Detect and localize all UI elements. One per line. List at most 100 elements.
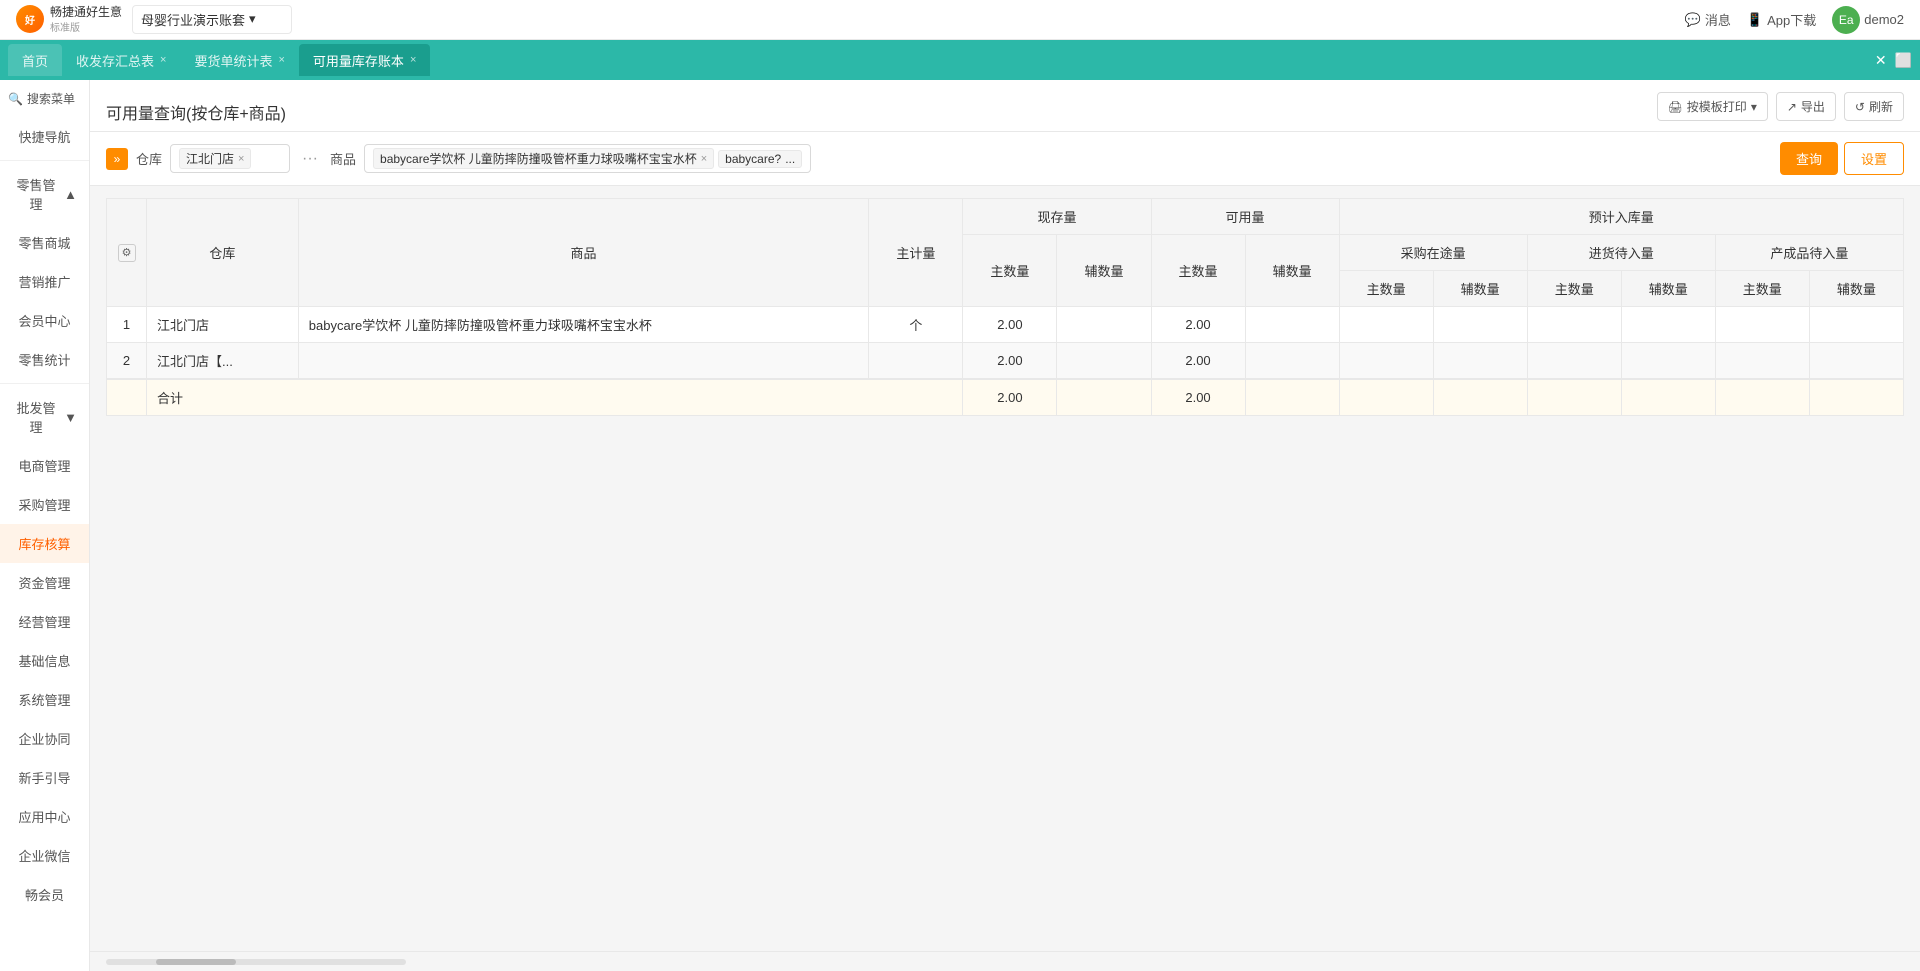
close-window-icon[interactable]: ✕ xyxy=(1875,52,1887,69)
sidebar-wechat-label: 企业微信 xyxy=(18,846,70,865)
sidebar-item-newguide[interactable]: 新手引导 xyxy=(0,758,89,797)
export-button[interactable]: ↗ 导出 xyxy=(1776,92,1836,121)
message-button[interactable]: 💬 消息 xyxy=(1685,10,1731,29)
refresh-button[interactable]: ↺ 刷新 xyxy=(1844,92,1904,121)
row2-purchase-aux xyxy=(1433,343,1527,380)
tab-receive-close[interactable]: × xyxy=(160,54,166,66)
sidebar-item-enterprise[interactable]: 企业协同 xyxy=(0,719,89,758)
sidebar-item-business[interactable]: 经营管理 xyxy=(0,602,89,641)
chevron-down-icon: ▾ xyxy=(249,11,256,27)
sidebar-item-vip[interactable]: 畅会员 xyxy=(0,875,89,914)
sidebar-item-inventory[interactable]: 库存核算 xyxy=(0,524,89,563)
sidebar-purchase-label: 采购管理 xyxy=(18,495,70,514)
sidebar-divider-2 xyxy=(0,383,89,384)
industry-selector[interactable]: 母婴行业演示账套 ▾ xyxy=(132,5,292,34)
download-icon: 📱 xyxy=(1747,12,1763,28)
refresh-label: 刷新 xyxy=(1869,98,1893,115)
product-tag-1-remove[interactable]: × xyxy=(701,153,707,165)
print-button[interactable]: 🖨 按模板打印 ▾ xyxy=(1657,92,1768,121)
row1-avail-main: 2.00 xyxy=(1151,307,1245,343)
footer-prod-main xyxy=(1715,379,1809,416)
main-layout: 🔍 搜索菜单 快捷导航 零售管理 ▲ 零售商城 营销推广 会员中心 零售统计 批… xyxy=(0,80,1920,971)
print-label: 按模板打印 xyxy=(1687,98,1747,115)
footer-row: 合计 2.00 2.00 xyxy=(107,379,1904,416)
message-icon: 💬 xyxy=(1685,12,1701,28)
footer-current-main: 2.00 xyxy=(963,379,1057,416)
tab-order[interactable]: 要货单统计表 × xyxy=(180,44,298,76)
sidebar-item-system[interactable]: 系统管理 xyxy=(0,680,89,719)
tab-home[interactable]: 首页 xyxy=(8,44,62,76)
sidebar-item-member[interactable]: 会员中心 xyxy=(0,301,89,340)
sidebar-finance-label: 资金管理 xyxy=(18,573,70,592)
row1-purchase-aux xyxy=(1433,307,1527,343)
warehouse-filter-input[interactable]: 江北门店 × xyxy=(170,144,290,173)
row1-avail-aux xyxy=(1245,307,1339,343)
query-button[interactable]: 查询 xyxy=(1780,142,1838,175)
scroll-track[interactable] xyxy=(106,959,406,965)
app-download-label: App下载 xyxy=(1767,10,1816,29)
table-container: ⚙ 仓库 商品 主计量 现存量 可用量 预计入库量 主数量 辅数量 主数量 辅数… xyxy=(90,186,1920,951)
warehouse-tag: 江北门店 × xyxy=(179,148,251,169)
tab-window-actions: ✕ ⬜ xyxy=(1875,52,1912,69)
col-incoming-header: 进货待入量 xyxy=(1527,235,1715,271)
footer-purchase-main xyxy=(1339,379,1433,416)
tab-order-close[interactable]: × xyxy=(278,54,284,66)
tab-receive-label: 收发存汇总表 xyxy=(76,51,154,70)
sidebar-search-label: 搜索菜单 xyxy=(27,90,75,107)
row2-purchase-main xyxy=(1339,343,1433,380)
sidebar-appstore-label: 应用中心 xyxy=(18,807,70,826)
tab-receive[interactable]: 收发存汇总表 × xyxy=(62,44,180,76)
footer-avail-main: 2.00 xyxy=(1151,379,1245,416)
table-settings-icon[interactable]: ⚙ xyxy=(118,244,136,262)
footer-settings xyxy=(107,379,147,416)
sidebar-item-marketing[interactable]: 营销推广 xyxy=(0,262,89,301)
warehouse-more-button[interactable]: ··· xyxy=(298,150,322,168)
sidebar-item-ecommerce[interactable]: 电商管理 xyxy=(0,446,89,485)
sidebar-item-quicknav[interactable]: 快捷导航 xyxy=(0,117,89,156)
sidebar-item-retail[interactable]: 零售管理 ▲ xyxy=(0,165,89,223)
sidebar-system-label: 系统管理 xyxy=(18,690,70,709)
warehouse-tag-remove[interactable]: × xyxy=(238,153,244,165)
row2-product xyxy=(298,343,869,380)
tab-home-label: 首页 xyxy=(22,51,48,70)
sidebar-item-purchase[interactable]: 采购管理 xyxy=(0,485,89,524)
settings-button[interactable]: 设置 xyxy=(1844,142,1904,175)
footer-purchase-aux xyxy=(1433,379,1527,416)
tab-inventory-close[interactable]: × xyxy=(410,54,416,66)
sidebar-inventory-label: 库存核算 xyxy=(18,534,70,553)
col-avail-main-header: 主数量 xyxy=(1151,235,1245,307)
user-area[interactable]: Ea demo2 xyxy=(1832,6,1904,34)
warehouse-tag-value: 江北门店 xyxy=(186,150,234,167)
col-current-aux-header: 辅数量 xyxy=(1057,235,1151,307)
product-filter-input[interactable]: babycare学饮杯 儿童防摔防撞吸管杯重力球吸嘴杯宝宝水杯 × babyca… xyxy=(364,144,811,173)
sidebar-item-appstore[interactable]: 应用中心 xyxy=(0,797,89,836)
filter-actions: 查询 设置 xyxy=(1780,142,1904,175)
sidebar-item-finance[interactable]: 资金管理 xyxy=(0,563,89,602)
logo-area: 好 畅捷通好生意 标准版 xyxy=(16,5,122,34)
col-forecast-header: 预计入库量 xyxy=(1339,199,1903,235)
sidebar-marketing-label: 营销推广 xyxy=(18,272,70,291)
sidebar-item-wechat[interactable]: 企业微信 xyxy=(0,836,89,875)
sidebar-item-wholesale[interactable]: 批发管理 ▼ xyxy=(0,388,89,446)
app-download-button[interactable]: 📱 App下载 xyxy=(1747,10,1816,29)
retail-expand-icon: ▲ xyxy=(64,187,77,202)
top-bar: 好 畅捷通好生意 标准版 母婴行业演示账套 ▾ 💬 消息 📱 App下载 Ea … xyxy=(0,0,1920,40)
tab-inventory[interactable]: 可用量库存账本 × xyxy=(299,44,430,76)
sidebar-item-retail-mall[interactable]: 零售商城 xyxy=(0,223,89,262)
row2-index: 2 xyxy=(107,343,147,380)
sidebar-search[interactable]: 🔍 搜索菜单 xyxy=(0,80,89,117)
export-label: 导出 xyxy=(1801,98,1825,115)
col-current-main-header: 主数量 xyxy=(963,235,1057,307)
row1-prod-aux xyxy=(1809,307,1903,343)
scroll-thumb[interactable] xyxy=(156,959,236,965)
search-icon: 🔍 xyxy=(8,92,23,106)
row2-incoming-main xyxy=(1527,343,1621,380)
filter-expand-button[interactable]: » xyxy=(106,148,128,170)
maximize-icon[interactable]: ⬜ xyxy=(1895,52,1912,69)
sidebar-item-basic[interactable]: 基础信息 xyxy=(0,641,89,680)
sidebar-retail-mall-label: 零售商城 xyxy=(18,233,70,252)
expand-icon: » xyxy=(114,152,121,166)
footer-current-aux xyxy=(1057,379,1151,416)
sidebar-item-retail-stat[interactable]: 零售统计 xyxy=(0,340,89,379)
row2-avail-main: 2.00 xyxy=(1151,343,1245,380)
